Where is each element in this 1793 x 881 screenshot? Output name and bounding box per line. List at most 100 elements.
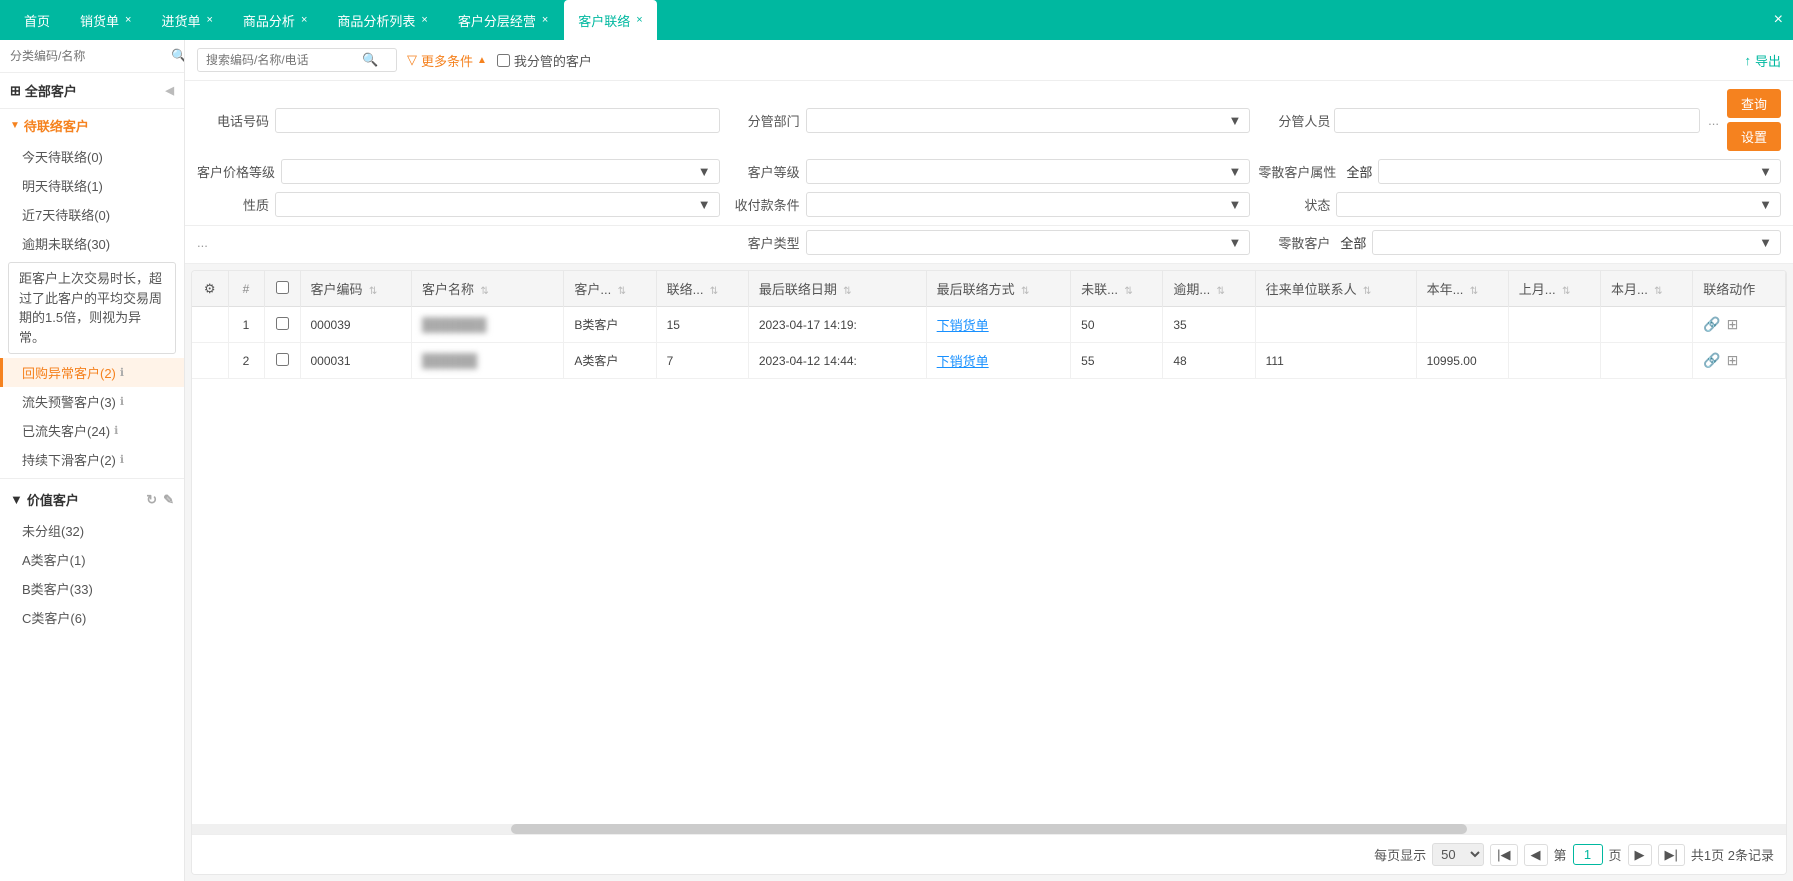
settings-button[interactable]: 设置: [1727, 122, 1781, 151]
close-sales-tab[interactable]: ×: [125, 14, 131, 26]
sidebar-item-ungroup[interactable]: 未分组(32): [0, 516, 184, 545]
close-analysis-tab[interactable]: ×: [301, 14, 307, 26]
th-unit-contacts[interactable]: 往来单位联系人 ⇅: [1255, 271, 1416, 307]
close-purchase-tab[interactable]: ×: [206, 14, 212, 26]
sidebar-item-overdue[interactable]: 逾期未联络(30): [0, 229, 184, 258]
query-button[interactable]: 查询: [1727, 89, 1781, 118]
filter-customer-type-select[interactable]: ▼: [806, 230, 1251, 255]
sidebar-item-b-class[interactable]: B类客户(33): [0, 574, 184, 603]
sidebar-all-customers[interactable]: ⊞ 全部客户 ◀: [0, 73, 184, 109]
last-page-btn[interactable]: ▶|: [1658, 844, 1685, 866]
pending-section-title[interactable]: ▼ 待联络客户: [0, 109, 184, 142]
row-checkbox-1[interactable]: [276, 317, 289, 330]
td-last-method-1[interactable]: 下销货单: [926, 307, 1071, 343]
nav-tab-analysis[interactable]: 商品分析 ×: [229, 0, 321, 40]
td-overdue-2: 48: [1163, 343, 1255, 379]
export-btn[interactable]: ↑ 导出: [1744, 51, 1781, 70]
th-code[interactable]: 客户编码 ⇅: [300, 271, 411, 307]
refresh-icon[interactable]: ↻: [146, 492, 157, 508]
my-customers-checkbox-area[interactable]: 我分管的客户: [497, 51, 592, 70]
th-unpaid[interactable]: 未联... ⇅: [1071, 271, 1163, 307]
toolbar-search-box[interactable]: 🔍: [197, 48, 397, 72]
filter-customer-level-select[interactable]: ▼: [806, 159, 1251, 184]
filter-gender-select[interactable]: ▼: [275, 192, 720, 217]
close-all-btn[interactable]: ×: [1774, 11, 1783, 29]
nav-tab-customer-contact[interactable]: 客户联络 ×: [564, 0, 656, 40]
sidebar-search-input[interactable]: [10, 49, 165, 63]
sidebar-item-today[interactable]: 今天待联络(0): [0, 142, 184, 171]
filter-retail-attr-select[interactable]: ▼: [1378, 159, 1781, 184]
td-name-1: ███████: [411, 307, 563, 343]
manager-dots[interactable]: ...: [1704, 113, 1723, 128]
th-last-contact-date[interactable]: 最后联络日期 ⇅: [748, 271, 926, 307]
action-more-1[interactable]: ⊞: [1727, 316, 1739, 333]
toolbar-search-input[interactable]: [206, 53, 356, 67]
action-link-1[interactable]: 🔗: [1703, 316, 1720, 333]
filter-dept-select[interactable]: ▼: [806, 108, 1251, 133]
sidebar-item-lost-warning[interactable]: 流失预警客户(3) ℹ: [0, 387, 184, 416]
filter-retail-attr: 零散客户属性 全部 ▼: [1258, 159, 1781, 184]
value-customers-header[interactable]: ▼ 价值客户 ↻ ✎: [0, 483, 184, 516]
filter-status-select[interactable]: ▼: [1336, 192, 1781, 217]
sidebar-item-repurchase-abnormal[interactable]: 回购异常客户(2) ℹ: [0, 358, 184, 387]
my-customers-checkbox[interactable]: [497, 54, 510, 67]
td-contact-count-1: 15: [656, 307, 748, 343]
td-code-1: 000039: [300, 307, 411, 343]
nav-tab-analysis-list[interactable]: 商品分析列表 ×: [323, 0, 441, 40]
current-page[interactable]: 1: [1573, 844, 1603, 865]
per-page-select[interactable]: 50 100 200: [1432, 843, 1484, 866]
table-horizontal-scrollbar[interactable]: [192, 824, 1786, 834]
nav-tab-sales[interactable]: 销货单 ×: [66, 0, 145, 40]
td-checkbox-2[interactable]: [264, 343, 300, 379]
sort-icon-overdue: ⇅: [1217, 286, 1225, 297]
sidebar-item-c-class[interactable]: C类客户(6): [0, 603, 184, 632]
nav-tab-home[interactable]: 首页: [10, 0, 64, 40]
sidebar-search-icon[interactable]: 🔍: [171, 48, 185, 64]
filter-price-level-select[interactable]: ▼: [281, 159, 720, 184]
prev-page-btn[interactable]: ◀: [1524, 844, 1548, 866]
th-category[interactable]: 客户... ⇅: [564, 271, 656, 307]
nav-tab-purchase[interactable]: 进货单 ×: [147, 0, 226, 40]
sidebar-collapse-icon[interactable]: ◀: [166, 84, 174, 97]
pagination: 每页显示 50 100 200 |◀ ◀ 第 1 页 ▶ ▶| 共1页 2条记录: [192, 834, 1786, 874]
th-name[interactable]: 客户名称 ⇅: [411, 271, 563, 307]
th-this-month[interactable]: 本月... ⇅: [1600, 271, 1692, 307]
sidebar-item-a-class[interactable]: A类客户(1): [0, 545, 184, 574]
th-overdue[interactable]: 逾期... ⇅: [1163, 271, 1255, 307]
th-this-year[interactable]: 本年... ⇅: [1416, 271, 1508, 307]
nav-tab-customer-tier[interactable]: 客户分层经营 ×: [444, 0, 562, 40]
th-last-contact-method[interactable]: 最后联络方式 ⇅: [926, 271, 1071, 307]
td-checkbox-1[interactable]: [264, 307, 300, 343]
filter-more-btn[interactable]: ▽ 更多条件 ▲: [407, 51, 487, 70]
grid-icon: ⊞: [10, 83, 21, 99]
close-customer-contact-tab[interactable]: ×: [636, 14, 642, 26]
sidebar-item-7days[interactable]: 近7天待联络(0): [0, 200, 184, 229]
sidebar-divider: [0, 478, 184, 479]
arrow-down-icon: ▼: [10, 492, 23, 507]
filter-row4-dots[interactable]: ...: [197, 235, 208, 250]
filter-phone-input[interactable]: [275, 108, 720, 133]
td-this-month-1: [1600, 307, 1692, 343]
th-settings[interactable]: ⚙: [192, 271, 228, 307]
filter-payment-select[interactable]: ▼: [806, 192, 1251, 217]
filter-retail-customer-select[interactable]: ▼: [1372, 230, 1781, 255]
edit-icon[interactable]: ✎: [163, 492, 174, 508]
filter-manager-input[interactable]: [1334, 108, 1700, 133]
sidebar-item-tomorrow[interactable]: 明天待联络(1): [0, 171, 184, 200]
sidebar-item-declining[interactable]: 持续下滑客户(2) ℹ: [0, 445, 184, 474]
sort-icon-code: ⇅: [369, 286, 377, 297]
td-last-method-2[interactable]: 下销货单: [926, 343, 1071, 379]
select-all-checkbox[interactable]: [276, 281, 289, 294]
sidebar-item-already-lost[interactable]: 已流失客户(24) ℹ: [0, 416, 184, 445]
first-page-btn[interactable]: |◀: [1490, 844, 1517, 866]
close-analysis-list-tab[interactable]: ×: [421, 14, 427, 26]
th-last-month[interactable]: 上月... ⇅: [1508, 271, 1600, 307]
action-more-2[interactable]: ⊞: [1727, 352, 1739, 369]
next-page-btn[interactable]: ▶: [1628, 844, 1652, 866]
toolbar-search-btn[interactable]: 🔍: [362, 52, 378, 68]
scroll-thumb[interactable]: [511, 824, 1467, 834]
th-contact-count[interactable]: 联络... ⇅: [656, 271, 748, 307]
close-customer-tier-tab[interactable]: ×: [542, 14, 548, 26]
action-link-2[interactable]: 🔗: [1703, 352, 1720, 369]
row-checkbox-2[interactable]: [276, 353, 289, 366]
